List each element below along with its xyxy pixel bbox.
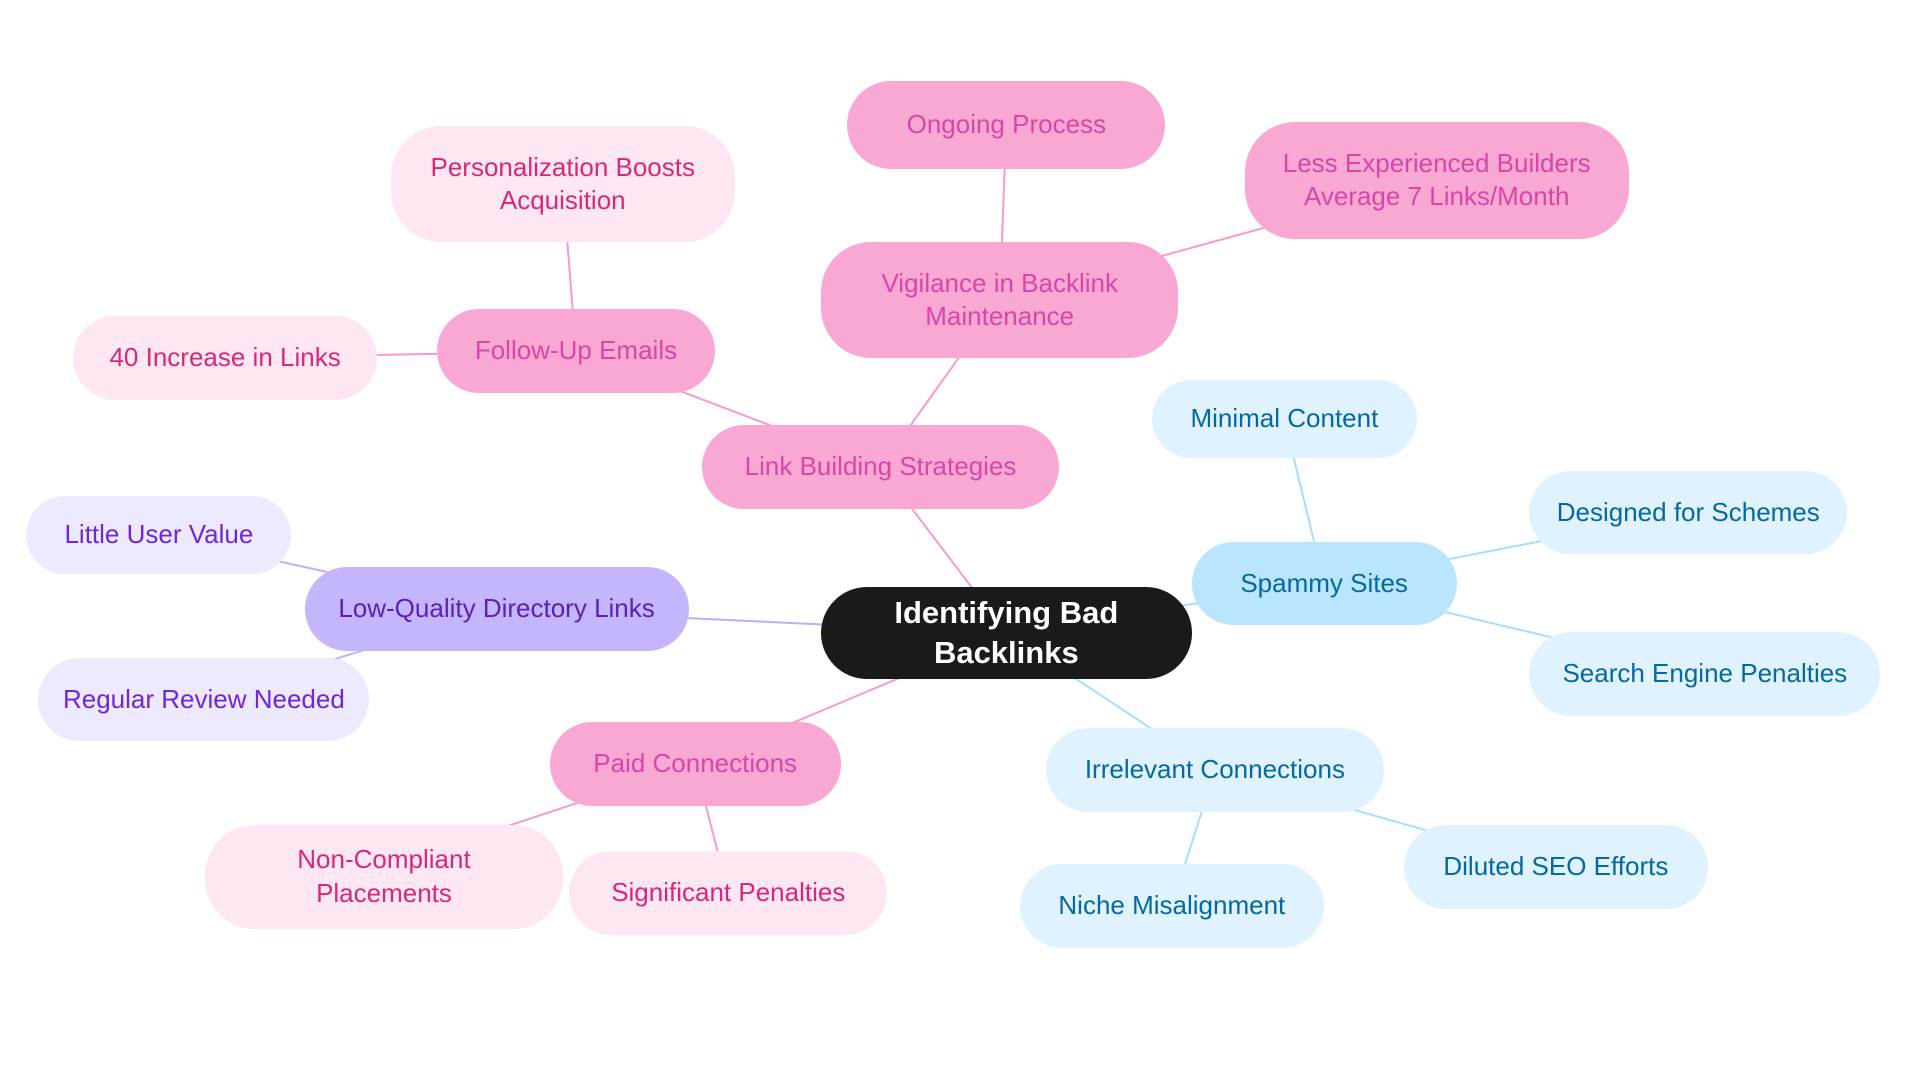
node-low-quality-dir: Low-Quality Directory Links <box>305 567 689 651</box>
node-spammy-sites: Spammy Sites <box>1192 542 1457 626</box>
node-diluted-seo: Diluted SEO Efforts <box>1404 825 1709 909</box>
node-follow-up-emails: Follow-Up Emails <box>437 309 715 393</box>
mind-map: Identifying Bad Backlinks Ongoing Process… <box>0 0 1920 1083</box>
node-40-increase: 40 Increase in Links <box>73 316 378 400</box>
center-node: Identifying Bad Backlinks <box>821 587 1192 680</box>
node-minimal-content: Minimal Content <box>1152 380 1417 457</box>
node-ongoing-process: Ongoing Process <box>847 81 1165 169</box>
node-significant-penalties: Significant Penalties <box>569 851 887 935</box>
node-little-user-value: Little User Value <box>26 496 291 573</box>
node-vigilance-backlink: Vigilance in Backlink Maintenance <box>821 242 1179 358</box>
node-designed-for-schemes: Designed for Schemes <box>1529 471 1847 555</box>
node-less-experienced: Less Experienced Builders Average 7 Link… <box>1245 122 1629 238</box>
node-irrelevant-connections: Irrelevant Connections <box>1046 728 1384 812</box>
node-search-engine-penalties: Search Engine Penalties <box>1529 632 1880 716</box>
node-personalization-boosts: Personalization Boosts Acquisition <box>391 126 735 242</box>
node-regular-review: Regular Review Needed <box>38 658 369 742</box>
node-non-compliant: Non-Compliant Placements <box>205 825 563 929</box>
node-niche-misalignment: Niche Misalignment <box>1020 864 1325 948</box>
node-link-building: Link Building Strategies <box>702 425 1060 509</box>
node-paid-connections: Paid Connections <box>550 722 841 806</box>
